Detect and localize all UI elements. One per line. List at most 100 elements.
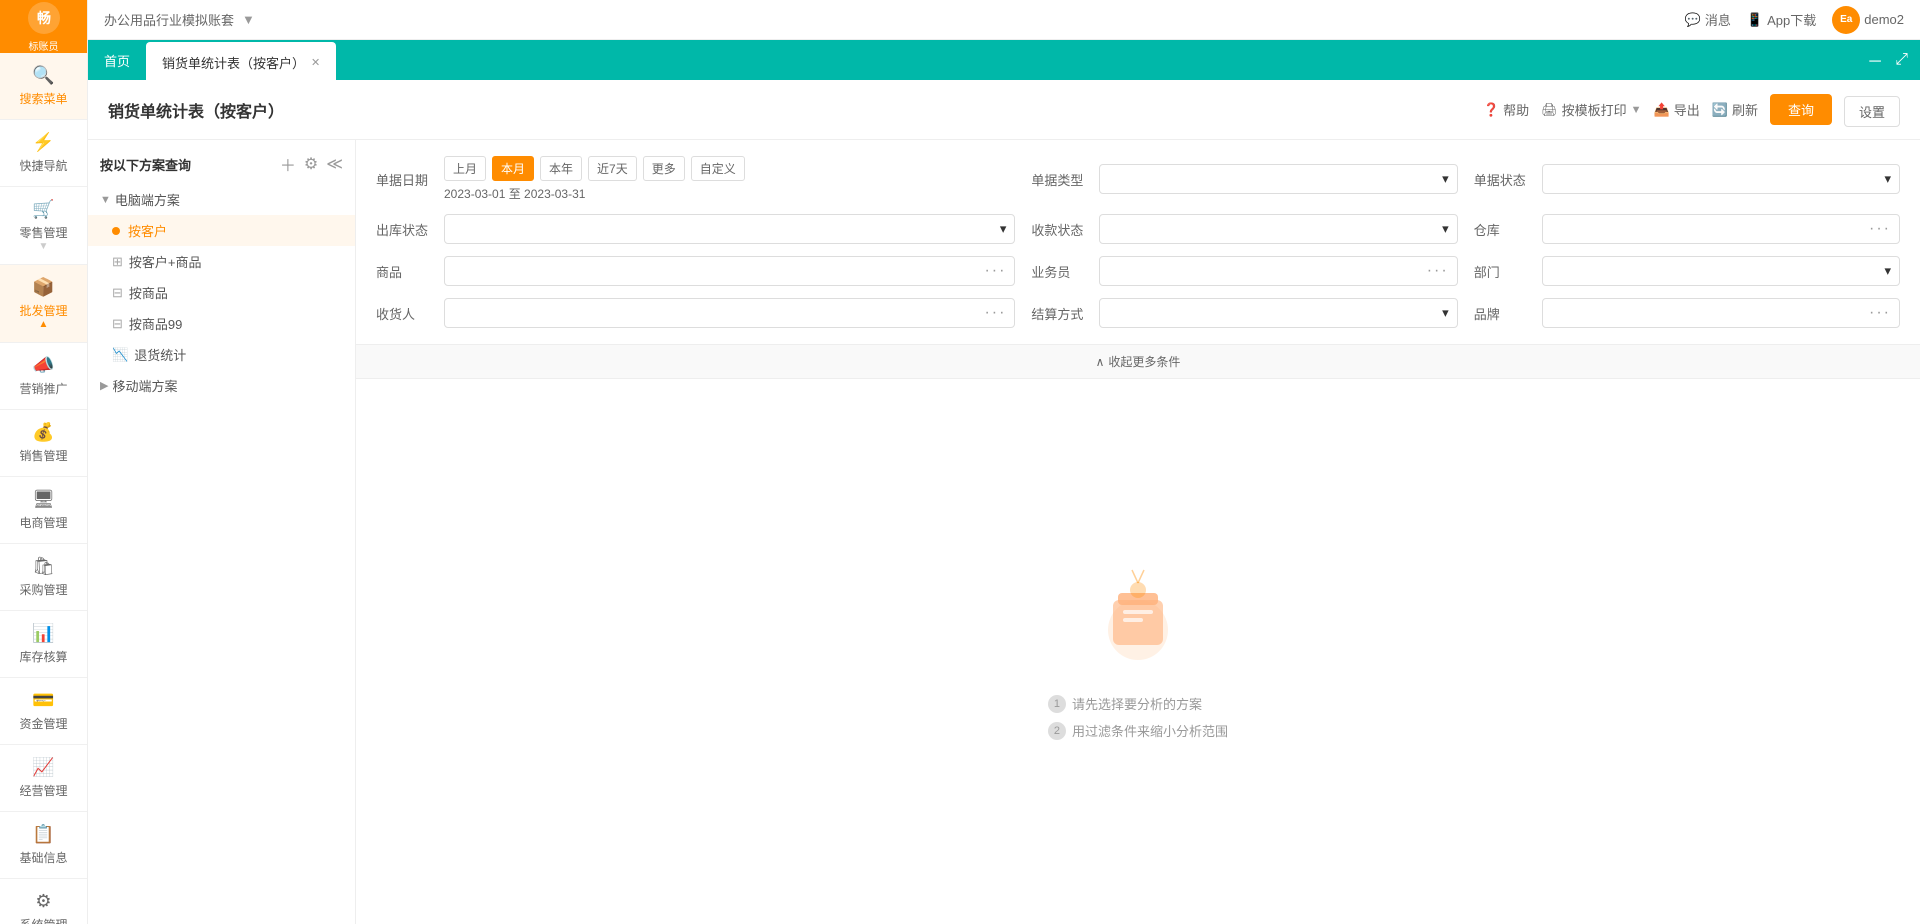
- receive-status-input[interactable]: ▾: [1099, 214, 1457, 244]
- help-icon: ❓: [1483, 102, 1499, 118]
- date-btn-more[interactable]: 更多: [643, 156, 685, 181]
- customer-goods-icon: ⊞: [112, 254, 123, 270]
- query-button[interactable]: 查询: [1770, 94, 1832, 125]
- message-button[interactable]: 💬 消息: [1685, 10, 1731, 29]
- consignee-input[interactable]: ···: [444, 298, 1015, 328]
- department-label: 部门: [1474, 262, 1534, 281]
- print-icon: 🖨: [1541, 102, 1558, 118]
- sidebar-item-inventory[interactable]: 📊 库存核算: [0, 611, 88, 678]
- search-icon: 🔍: [32, 65, 54, 86]
- salesperson-dots: ···: [1427, 262, 1449, 280]
- sidebar-item-system[interactable]: ⚙ 系统管理: [0, 879, 88, 924]
- app-download-button[interactable]: 📱 App下载: [1747, 10, 1816, 29]
- page-header-actions: ❓ 帮助 🖨 按模板打印 ▼ 📤 导出 🔄 刷新 查询 设置: [1483, 92, 1900, 139]
- order-type-input[interactable]: ▾: [1099, 164, 1457, 194]
- tab-home[interactable]: 首页: [88, 40, 146, 80]
- user-avatar-area[interactable]: Ea demo2: [1832, 6, 1904, 34]
- tree-item-by-customer[interactable]: 按客户: [88, 215, 355, 246]
- help-button[interactable]: ❓ 帮助: [1483, 100, 1529, 119]
- empty-tip-1: 1 请先选择要分析的方案: [1048, 694, 1228, 713]
- tree-item-by-goods[interactable]: ⊟ 按商品: [88, 277, 355, 308]
- sidebar-item-wholesale[interactable]: 📦 批发管理 ▲: [0, 265, 88, 343]
- tab-maximize-button[interactable]: ⤢: [1891, 47, 1912, 73]
- brand-dots: ···: [1869, 304, 1891, 322]
- message-icon: 💬: [1685, 12, 1701, 28]
- print-button[interactable]: 🖨 按模板打印 ▼: [1541, 100, 1641, 119]
- tab-minimize-button[interactable]: －: [1863, 44, 1887, 76]
- order-status-input[interactable]: ▾: [1542, 164, 1900, 194]
- date-buttons-row: 上月 本月 本年 近7天 更多 自定义: [444, 156, 1015, 181]
- topbar-left: 办公用品行业模拟账套 ▼: [104, 10, 255, 29]
- sidebar-logo-text: 标账员: [29, 38, 59, 53]
- refresh-button[interactable]: 🔄 刷新: [1712, 100, 1758, 119]
- sidebar-item-finance[interactable]: 💳 资金管理: [0, 678, 88, 745]
- sidebar-item-marketing[interactable]: 📣 营销推广: [0, 343, 88, 410]
- sidebar-item-retail[interactable]: 🛒 零售管理 ▼: [0, 187, 88, 265]
- filter-area: 单据日期 上月 本月 本年 近7天 更多 自定义 20: [356, 140, 1920, 345]
- filter-receive-status-item: 收款状态 ▾: [1031, 214, 1457, 244]
- export-button[interactable]: 📤 导出: [1654, 100, 1700, 119]
- empty-illustration: [1078, 555, 1198, 678]
- filter-department-item: 部门 ▾: [1474, 256, 1900, 286]
- settings-button[interactable]: 设置: [1844, 96, 1900, 127]
- left-panel: 按以下方案查询 ＋ ⚙ ≪ ▼ 电脑端方案 按客户: [88, 140, 356, 924]
- tree-item-return-stats[interactable]: 📉 退货统计: [88, 339, 355, 370]
- sidebar-item-ecommerce[interactable]: 🖥 电商管理: [0, 477, 88, 544]
- tree-item-by-goods99[interactable]: ⊟ 按商品99: [88, 308, 355, 339]
- filter-goods-item: 商品 ···: [376, 256, 1015, 286]
- add-plan-icon[interactable]: ＋: [280, 152, 296, 176]
- download-icon: 📱: [1747, 12, 1763, 28]
- tree-item-by-customer-goods[interactable]: ⊞ 按客户+商品: [88, 246, 355, 277]
- date-btn-7days[interactable]: 近7天: [588, 156, 637, 181]
- topbar-dropdown-icon[interactable]: ▼: [242, 12, 255, 27]
- settlement-input[interactable]: ▾: [1099, 298, 1457, 328]
- sidebar-logo[interactable]: 畅 标账员: [0, 0, 88, 53]
- active-dot-icon: [112, 227, 120, 235]
- collapse-bar[interactable]: ∧ 收起更多条件: [356, 345, 1920, 379]
- main-area: 办公用品行业模拟账套 ▼ 💬 消息 📱 App下载 Ea demo2 首页: [88, 0, 1920, 924]
- sidebar-item-sales[interactable]: 💰 销售管理: [0, 410, 88, 477]
- goods-label: 商品: [376, 262, 436, 281]
- empty-tips: 1 请先选择要分析的方案 2 用过滤条件来缩小分析范围: [1048, 694, 1228, 748]
- tab-close-icon[interactable]: ✕: [311, 56, 320, 69]
- goods-input[interactable]: ···: [444, 256, 1015, 286]
- salesperson-input[interactable]: ···: [1099, 256, 1457, 286]
- receive-status-chevron: ▾: [1442, 221, 1449, 237]
- sidebar-item-shortcut[interactable]: ⚡ 快捷导航: [0, 120, 88, 187]
- filter-row-4: 收货人 ··· 结算方式 ▾: [376, 298, 1900, 328]
- department-input[interactable]: ▾: [1542, 256, 1900, 286]
- filter-consignee-item: 收货人 ···: [376, 298, 1015, 328]
- shortcut-icon: ⚡: [32, 132, 54, 153]
- out-status-label: 出库状态: [376, 220, 436, 239]
- sidebar-item-search[interactable]: 🔍 搜索菜单: [0, 53, 88, 120]
- warehouse-input[interactable]: ···: [1542, 214, 1900, 244]
- empty-tip-2: 2 用过滤条件来缩小分析范围: [1048, 721, 1228, 740]
- date-btn-custom[interactable]: 自定义: [691, 156, 745, 181]
- date-btn-last-month[interactable]: 上月: [444, 156, 486, 181]
- edit-plan-icon[interactable]: ⚙: [304, 154, 318, 174]
- out-status-input[interactable]: ▾: [444, 214, 1015, 244]
- sales-icon: 💰: [32, 422, 54, 443]
- brand-input[interactable]: ···: [1542, 298, 1900, 328]
- settlement-chevron: ▾: [1442, 305, 1449, 321]
- filter-order-status-item: 单据状态 ▾: [1474, 164, 1900, 194]
- order-type-label: 单据类型: [1031, 170, 1091, 189]
- date-btn-this-month[interactable]: 本月: [492, 156, 534, 181]
- wholesale-arrow: ▲: [39, 319, 49, 330]
- tree-section-mobile[interactable]: ▶ 移动端方案: [88, 370, 355, 401]
- sidebar-item-purchase[interactable]: 🛍 采购管理: [0, 544, 88, 611]
- sidebar-item-basic[interactable]: 📋 基础信息: [0, 812, 88, 879]
- tab-sales-stats[interactable]: 销货单统计表（按客户） ✕: [146, 42, 336, 82]
- tree-section-desktop[interactable]: ▼ 电脑端方案: [88, 184, 355, 215]
- settlement-label: 结算方式: [1031, 304, 1091, 323]
- sidebar-item-operation[interactable]: 📈 经营管理: [0, 745, 88, 812]
- brand-label: 品牌: [1474, 304, 1534, 323]
- date-controls: 上月 本月 本年 近7天 更多 自定义 2023-03-01 至 2023-03…: [444, 156, 1015, 202]
- date-label: 单据日期: [376, 170, 436, 189]
- export-icon: 📤: [1654, 102, 1670, 118]
- consignee-label: 收货人: [376, 304, 436, 323]
- date-btn-this-year[interactable]: 本年: [540, 156, 582, 181]
- collapse-panel-icon[interactable]: ≪: [326, 154, 343, 174]
- print-dropdown-icon[interactable]: ▼: [1631, 104, 1642, 116]
- topbar-account-name: 办公用品行业模拟账套: [104, 10, 234, 29]
